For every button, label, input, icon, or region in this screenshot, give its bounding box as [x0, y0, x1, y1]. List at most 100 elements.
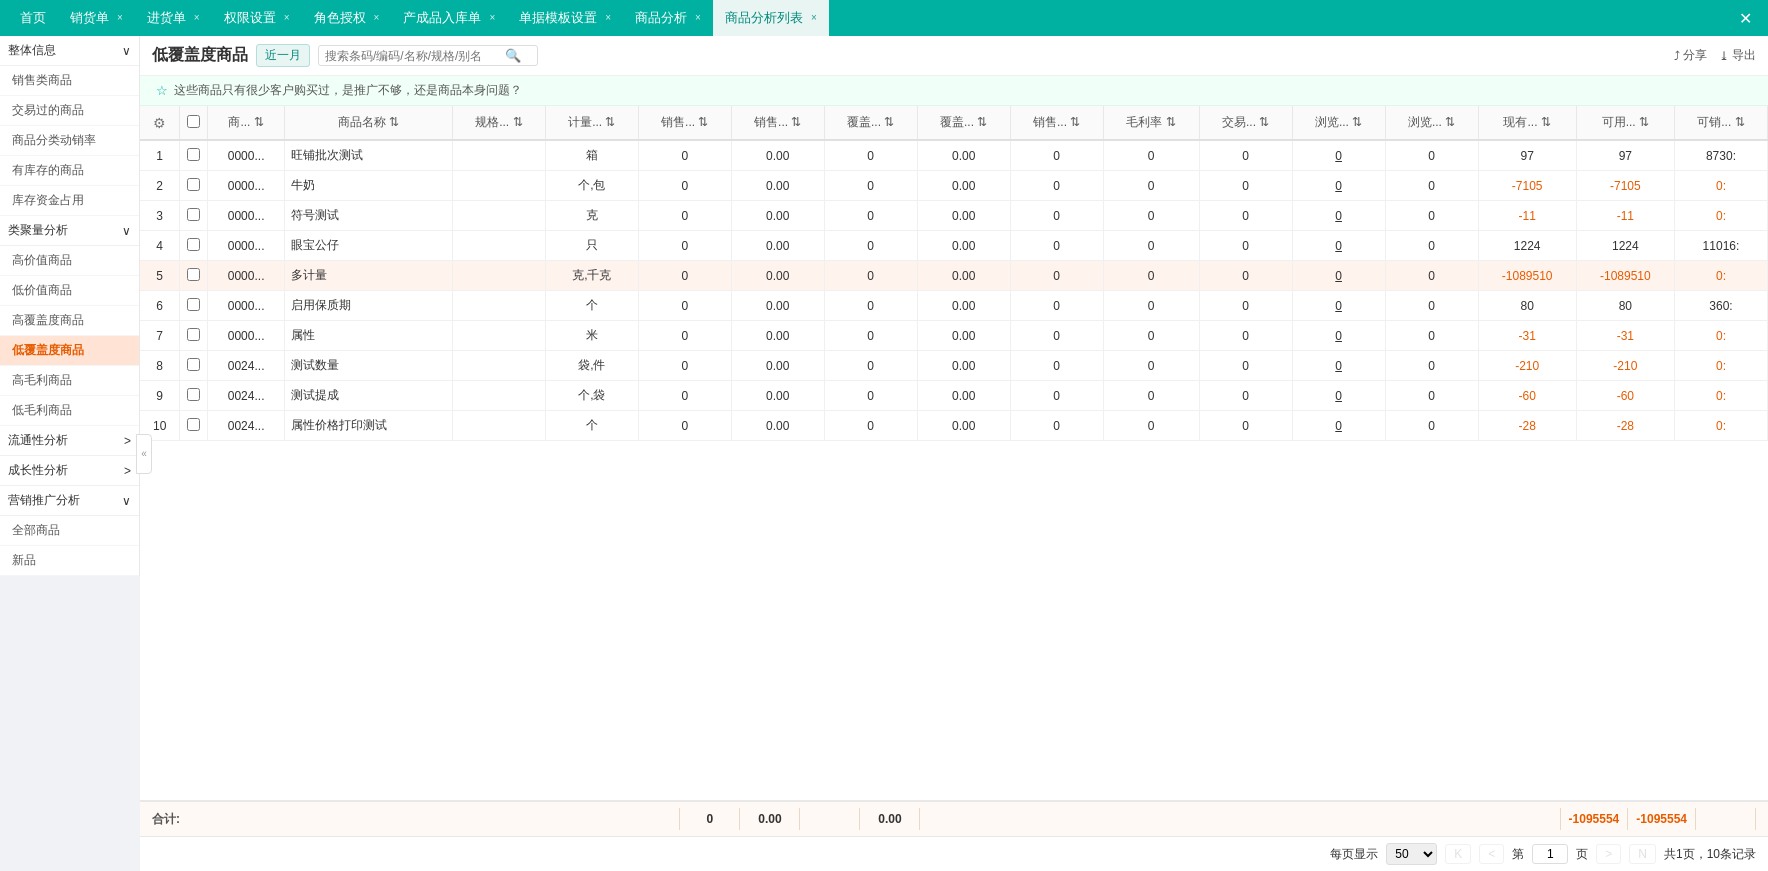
col-checkbox[interactable]: [180, 106, 208, 140]
first-page-button[interactable]: K: [1445, 844, 1471, 864]
page-size-select[interactable]: 20 50 100 200: [1386, 843, 1437, 865]
date-filter-button[interactable]: 近一月: [256, 44, 310, 67]
row-checkbox[interactable]: [180, 291, 208, 321]
sidebar-item-high-margin[interactable]: 高毛利商品: [0, 366, 139, 396]
sidebar-section-cluster[interactable]: 类聚量分析 ∨: [0, 216, 139, 246]
col-spec[interactable]: 规格... ⇅: [452, 106, 545, 140]
col-gross-margin[interactable]: 毛利率 ⇅: [1103, 106, 1199, 140]
nav-sales-order[interactable]: 销货单 ×: [58, 0, 135, 36]
col-unit[interactable]: 计量... ⇅: [545, 106, 638, 140]
row-checkbox[interactable]: [180, 381, 208, 411]
row-browse1[interactable]: 0: [1292, 291, 1385, 321]
row-checkbox[interactable]: [180, 351, 208, 381]
next-page-button[interactable]: >: [1596, 844, 1621, 864]
search-icon[interactable]: 🔍: [505, 48, 521, 63]
footer-current-stock: -1095554: [1561, 808, 1629, 830]
sidebar-item-high-coverage[interactable]: 高覆盖度商品: [0, 306, 139, 336]
row-browse1[interactable]: 0: [1292, 411, 1385, 441]
nav-close-icon[interactable]: ×: [374, 0, 380, 36]
row-checkbox[interactable]: [180, 321, 208, 351]
select-all-checkbox[interactable]: [187, 115, 200, 128]
col-browse2[interactable]: 浏览... ⇅: [1385, 106, 1478, 140]
export-button[interactable]: ⤓ 导出: [1719, 47, 1756, 64]
nav-close-icon[interactable]: ×: [695, 0, 701, 36]
sidebar-item-stock-capital[interactable]: 库存资金占用: [0, 186, 139, 216]
row-checkbox[interactable]: [180, 201, 208, 231]
row-browse1[interactable]: 0: [1292, 231, 1385, 261]
col-settings[interactable]: ⚙: [140, 106, 180, 140]
col-available-stock[interactable]: 可用... ⇅: [1576, 106, 1674, 140]
nav-permission-settings[interactable]: 权限设置 ×: [212, 0, 302, 36]
col-sales-qty[interactable]: 销售... ⇅: [638, 106, 731, 140]
sidebar-item-low-value[interactable]: 低价值商品: [0, 276, 139, 306]
nav-template-settings[interactable]: 单据模板设置 ×: [507, 0, 623, 36]
row-name: 属性: [284, 321, 452, 351]
sidebar-item-stocked-goods[interactable]: 有库存的商品: [0, 156, 139, 186]
nav-purchase-order[interactable]: 进货单 ×: [135, 0, 212, 36]
sidebar-item-sales-goods[interactable]: 销售类商品: [0, 66, 139, 96]
nav-role-auth[interactable]: 角色授权 ×: [302, 0, 392, 36]
row-checkbox[interactable]: [180, 231, 208, 261]
col-code[interactable]: 商... ⇅: [208, 106, 285, 140]
nav-close-icon[interactable]: ×: [194, 0, 200, 36]
last-page-button[interactable]: N: [1629, 844, 1656, 864]
sidebar-item-new-goods[interactable]: 新品: [0, 546, 139, 576]
row-checkbox[interactable]: [180, 140, 208, 171]
col-cover2[interactable]: 覆盖... ⇅: [917, 106, 1010, 140]
sidebar-item-low-coverage[interactable]: 低覆盖度商品: [0, 336, 139, 366]
sidebar-item-traded-goods[interactable]: 交易过的商品: [0, 96, 139, 126]
sidebar-section-marketing[interactable]: 营销推广分析 ∨: [0, 486, 139, 516]
sidebar-section-growth[interactable]: 成长性分析 >: [0, 456, 139, 486]
nav-product-analysis[interactable]: 商品分析 ×: [623, 0, 713, 36]
nav-close-icon[interactable]: ×: [284, 0, 290, 36]
prev-page-button[interactable]: <: [1479, 844, 1504, 864]
sidebar-item-category-turnover[interactable]: 商品分类动销率: [0, 126, 139, 156]
col-browse1[interactable]: 浏览... ⇅: [1292, 106, 1385, 140]
nav-product-inbound[interactable]: 产成品入库单 ×: [391, 0, 507, 36]
row-sales-amt: 0.00: [731, 231, 824, 261]
sidebar-item-high-value[interactable]: 高价值商品: [0, 246, 139, 276]
share-button[interactable]: ⤴ 分享: [1674, 47, 1707, 64]
nav-product-analysis-list[interactable]: 商品分析列表 ×: [713, 0, 829, 36]
settings-icon[interactable]: ⚙: [153, 115, 166, 131]
nav-close-icon[interactable]: ×: [489, 0, 495, 36]
nav-close-active-icon[interactable]: ×: [811, 0, 817, 36]
page-number-input[interactable]: [1532, 844, 1568, 864]
sort-icon: ⇅: [1352, 115, 1362, 129]
row-checkbox[interactable]: [180, 411, 208, 441]
row-browse1[interactable]: 0: [1292, 201, 1385, 231]
sort-icon: ⇅: [977, 115, 987, 129]
row-browse1[interactable]: 0: [1292, 351, 1385, 381]
col-current-stock[interactable]: 现有... ⇅: [1478, 106, 1576, 140]
export-icon: ⤓: [1719, 49, 1729, 63]
sidebar-item-all-goods[interactable]: 全部商品: [0, 516, 139, 546]
row-browse2: 0: [1385, 171, 1478, 201]
info-banner: ☆ 这些商品只有很少客户购买过，是推广不够，还是商品本身问题？: [140, 76, 1768, 106]
row-trade: 0: [1199, 411, 1292, 441]
search-input[interactable]: [325, 49, 505, 63]
col-sales-amt[interactable]: 销售... ⇅: [731, 106, 824, 140]
col-name[interactable]: 商品名称 ⇅: [284, 106, 452, 140]
row-num: 3: [140, 201, 180, 231]
row-checkbox[interactable]: [180, 171, 208, 201]
nav-close-icon[interactable]: ×: [605, 0, 611, 36]
col-saleable[interactable]: 可销... ⇅: [1674, 106, 1767, 140]
sidebar-section-overall[interactable]: 整体信息 ∨: [0, 36, 139, 66]
sidebar-collapse-button[interactable]: «: [136, 434, 152, 474]
row-checkbox[interactable]: [180, 261, 208, 291]
col-sales3[interactable]: 销售... ⇅: [1010, 106, 1103, 140]
nav-close-icon[interactable]: ×: [117, 0, 123, 36]
sidebar-section-circulation[interactable]: 流通性分析 >: [0, 426, 139, 456]
row-browse1[interactable]: 0: [1292, 140, 1385, 171]
col-trade[interactable]: 交易... ⇅: [1199, 106, 1292, 140]
nav-home[interactable]: 首页: [8, 0, 58, 36]
sidebar-item-low-margin[interactable]: 低毛利商品: [0, 396, 139, 426]
row-browse1[interactable]: 0: [1292, 321, 1385, 351]
col-cover1[interactable]: 覆盖... ⇅: [824, 106, 917, 140]
row-browse1[interactable]: 0: [1292, 171, 1385, 201]
row-browse1[interactable]: 0: [1292, 381, 1385, 411]
row-sales-amt: 0.00: [731, 291, 824, 321]
row-browse1[interactable]: 0: [1292, 261, 1385, 291]
window-close-button[interactable]: ✕: [1731, 9, 1760, 28]
row-gross-margin: 0: [1103, 140, 1199, 171]
